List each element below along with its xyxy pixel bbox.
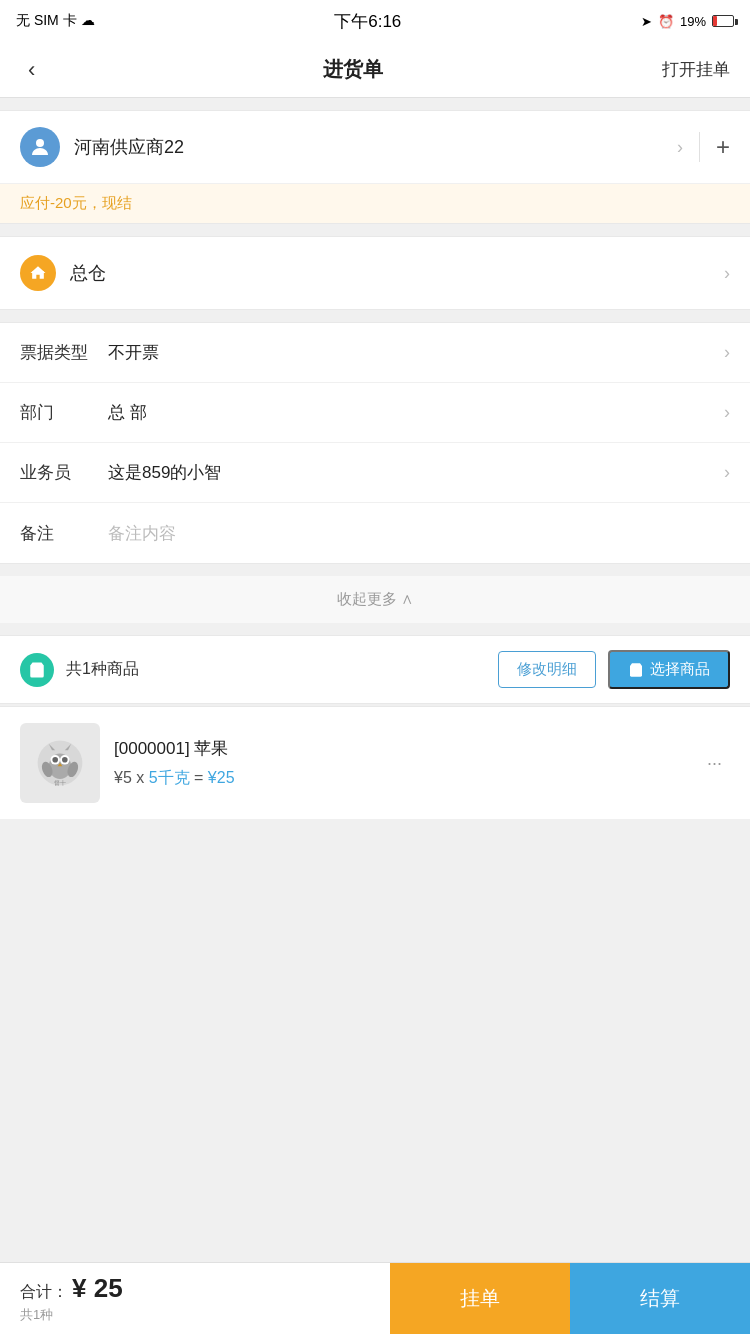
department-row[interactable]: 部门 总 部 › <box>0 383 750 443</box>
battery-icon <box>712 15 734 27</box>
product-thumbnail: 督十 <box>20 723 100 803</box>
bottom-bar: 合计： ¥ 25 共1种 挂单 结算 <box>0 1262 750 1334</box>
edit-detail-button[interactable]: 修改明细 <box>498 651 596 688</box>
form-section: 票据类型 不开票 › 部门 总 部 › 业务员 这是859的小智 › 备注 备注… <box>0 322 750 564</box>
svg-point-9 <box>52 757 58 763</box>
salesperson-value: 这是859的小智 <box>100 461 724 484</box>
nav-bar: ‹ 进货单 打开挂单 <box>0 42 750 98</box>
supplier-avatar <box>20 127 60 167</box>
total-count: 共1种 <box>20 1306 370 1324</box>
collapse-row[interactable]: 收起更多 ∧ <box>0 576 750 623</box>
svg-text:督十: 督十 <box>54 779 66 786</box>
salesperson-row[interactable]: 业务员 这是859的小智 › <box>0 443 750 503</box>
total-section: 合计： ¥ 25 共1种 <box>0 1273 390 1324</box>
page-title: 进货单 <box>323 56 383 83</box>
price-base: ¥5 <box>114 769 132 786</box>
warehouse-section: 总仓 › <box>0 236 750 310</box>
supplier-notice: 应付-20元，现结 <box>0 184 750 223</box>
department-value: 总 部 <box>100 401 724 424</box>
invoice-type-label: 票据类型 <box>20 341 100 364</box>
warehouse-icon <box>20 255 56 291</box>
total-amount: ¥ 25 <box>72 1273 123 1304</box>
product-header: 共1种商品 修改明细 选择商品 <box>0 635 750 704</box>
price-multiply: x <box>136 769 148 786</box>
salesperson-chevron-icon: › <box>724 462 730 483</box>
warehouse-name: 总仓 <box>70 261 724 285</box>
alarm-icon: ⏰ <box>658 14 674 29</box>
checkout-button[interactable]: 结算 <box>570 1263 750 1335</box>
warehouse-chevron-icon: › <box>724 263 730 284</box>
house-icon <box>28 263 48 283</box>
product-count-icon <box>20 653 54 687</box>
vertical-divider <box>699 132 700 162</box>
invoice-type-chevron-icon: › <box>724 342 730 363</box>
person-icon <box>28 135 52 159</box>
network-status: 无 SIM 卡 ☁ <box>16 12 95 30</box>
battery-level: 19% <box>680 14 706 29</box>
invoice-type-row[interactable]: 票据类型 不开票 › <box>0 323 750 383</box>
department-label: 部门 <box>20 401 100 424</box>
salesperson-label: 业务员 <box>20 461 100 484</box>
invoice-type-value: 不开票 <box>100 341 724 364</box>
product-price: ¥5 x 5千克 = ¥25 <box>114 768 685 789</box>
back-button[interactable]: ‹ <box>20 49 43 91</box>
svg-point-0 <box>36 139 44 147</box>
hang-button[interactable]: 挂单 <box>390 1263 570 1335</box>
warehouse-row[interactable]: 总仓 › <box>0 237 750 309</box>
status-right: ➤ ⏰ 19% <box>641 14 734 29</box>
product-info: [0000001] 苹果 ¥5 x 5千克 = ¥25 <box>114 737 685 789</box>
remark-value[interactable]: 备注内容 <box>100 522 730 545</box>
add-supplier-button[interactable]: + <box>716 133 730 161</box>
supplier-chevron-icon: › <box>677 137 683 158</box>
status-time: 下午6:16 <box>334 10 401 33</box>
product-image: 督十 <box>36 739 84 787</box>
select-product-button[interactable]: 选择商品 <box>608 650 730 689</box>
product-name: [0000001] 苹果 <box>114 737 685 760</box>
remark-row[interactable]: 备注 备注内容 <box>0 503 750 563</box>
location-icon: ➤ <box>641 14 652 29</box>
svg-point-10 <box>62 757 68 763</box>
supplier-row[interactable]: 河南供应商22 › + <box>0 111 750 184</box>
product-code: [0000001] <box>114 739 190 758</box>
department-chevron-icon: › <box>724 402 730 423</box>
bag-icon <box>28 661 46 679</box>
open-pending-button[interactable]: 打开挂单 <box>662 58 730 81</box>
price-total: ¥25 <box>208 769 235 786</box>
product-title-name: 苹果 <box>194 739 228 758</box>
status-bar: 无 SIM 卡 ☁ 下午6:16 ➤ ⏰ 19% <box>0 0 750 42</box>
product-count-text: 共1种商品 <box>66 659 486 680</box>
supplier-section: 河南供应商22 › + 应付-20元，现结 <box>0 110 750 224</box>
cart-icon <box>628 662 644 678</box>
total-label: 合计： <box>20 1282 68 1303</box>
supplier-name: 河南供应商22 <box>74 135 677 159</box>
status-left: 无 SIM 卡 ☁ <box>16 12 95 30</box>
price-equals: = <box>194 769 208 786</box>
select-product-label: 选择商品 <box>650 660 710 679</box>
price-quantity: 5千克 <box>149 769 190 786</box>
product-more-button[interactable]: ··· <box>699 749 730 778</box>
product-item: 督十 [0000001] 苹果 ¥5 x 5千克 = ¥25 ··· <box>0 706 750 819</box>
main-content: 河南供应商22 › + 应付-20元，现结 总仓 › 票据类型 不开票 › <box>0 110 750 899</box>
remark-label: 备注 <box>20 522 100 545</box>
